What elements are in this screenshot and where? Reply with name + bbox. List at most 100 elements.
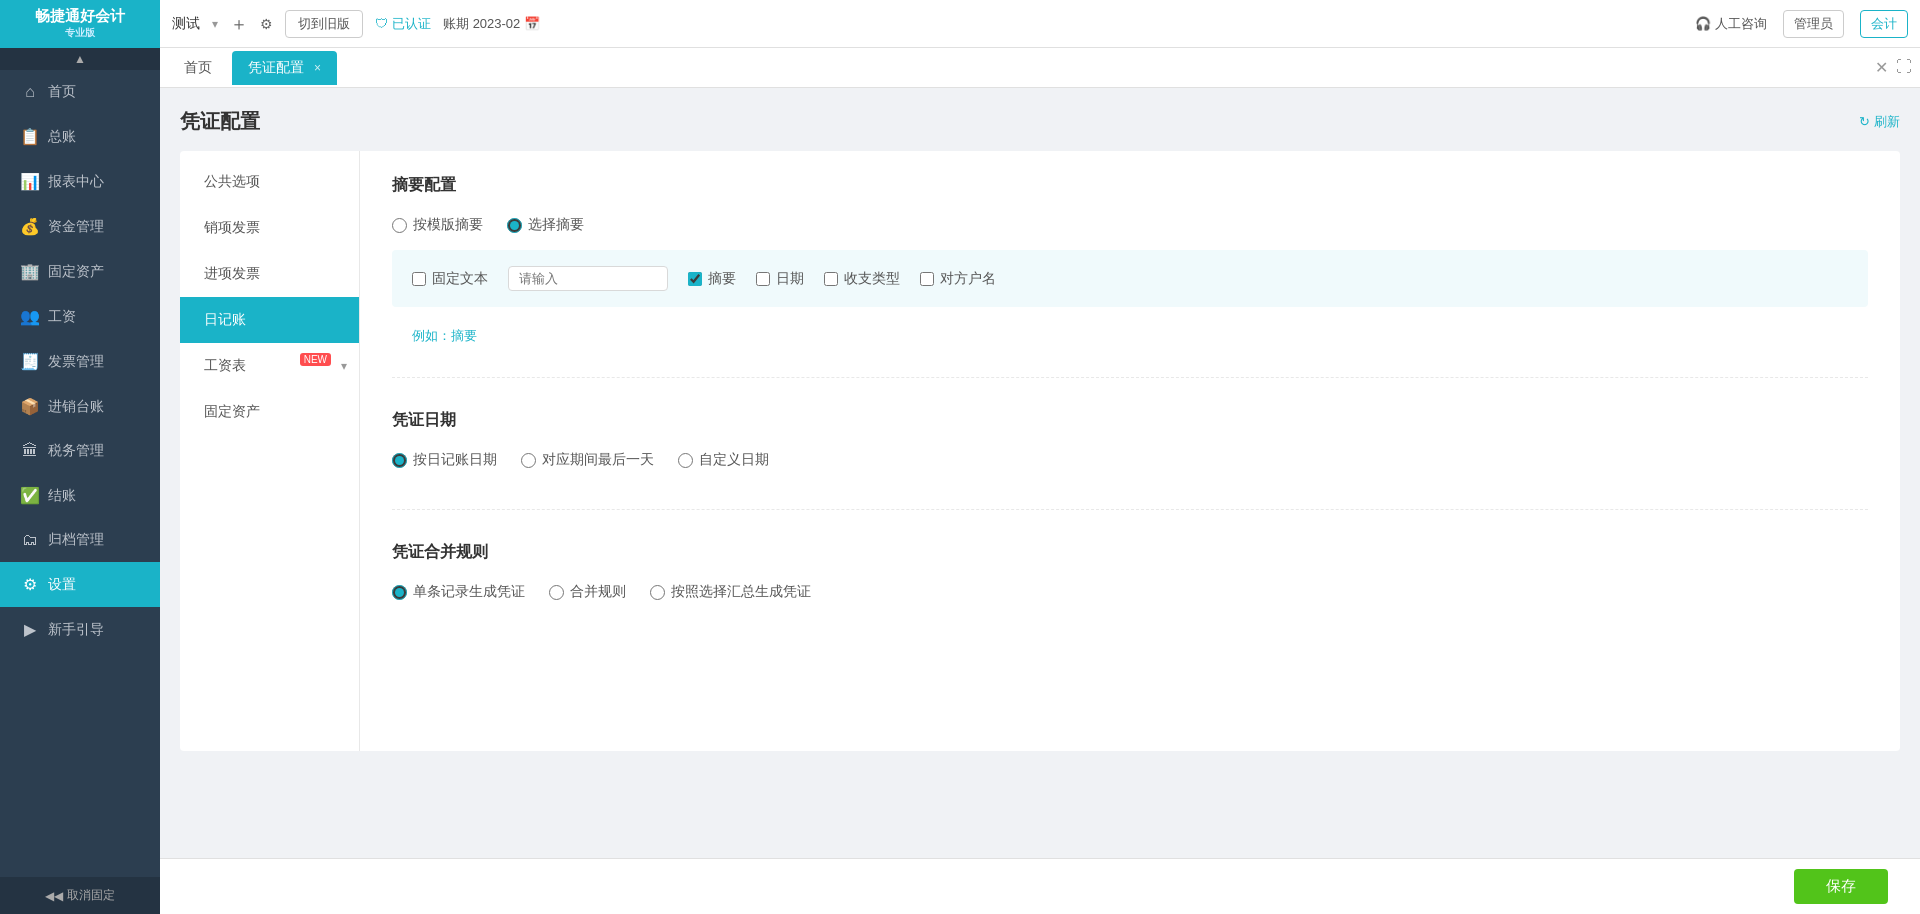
settings-icon: ⚙ <box>20 575 40 594</box>
sidebar-item-settlement[interactable]: ✅结账 <box>0 473 160 518</box>
checkbox-income-type[interactable]: 收支类型 <box>824 270 900 288</box>
invoice-icon: 🧾 <box>20 352 40 371</box>
funds-icon: 💰 <box>20 217 40 236</box>
logo-sub: 专业版 <box>65 26 95 40</box>
sidebar-item-label: 税务管理 <box>48 442 104 460</box>
config-content: 摘要配置 按模版摘要 选择摘要 <box>360 151 1900 751</box>
home-icon: ⌂ <box>20 83 40 101</box>
left-nav-item-sales_invoice[interactable]: 销项发票 <box>180 205 359 251</box>
sidebar-item-guide[interactable]: ▶ 新手引导 <box>0 607 160 652</box>
admin-button[interactable]: 管理员 <box>1783 10 1844 38</box>
left-nav-label: 工资表 <box>204 357 246 373</box>
page-footer: 保存 <box>160 858 1920 914</box>
sidebar-item-assets[interactable]: 🏢 固定资产 <box>0 249 160 294</box>
period-label: 账期 2023-02 📅 <box>443 15 540 33</box>
sidebar-item-ledger[interactable]: 📋总账 <box>0 114 160 159</box>
sidebar-item-settings[interactable]: ⚙ 设置 <box>0 562 160 607</box>
shield-icon: 🛡 <box>375 16 388 31</box>
sidebar-item-archive[interactable]: 🗂 归档管理 <box>0 518 160 562</box>
settings-icon[interactable]: ⚙ <box>260 16 273 32</box>
consult-button[interactable]: 🎧 人工咨询 <box>1695 15 1767 33</box>
merge-rules-title: 凭证合并规则 <box>392 542 1868 563</box>
radio-custom-date[interactable]: 自定义日期 <box>678 451 769 469</box>
tab-close-icon[interactable]: × <box>314 61 321 75</box>
accountant-button[interactable]: 会计 <box>1860 10 1908 38</box>
left-nav-item-fixed_assets_nav[interactable]: 固定资产 <box>180 389 359 435</box>
summary-checkbox-row: 固定文本 摘要 日期 <box>392 250 1868 307</box>
tax-icon: 🏛 <box>20 442 40 460</box>
tab-home[interactable]: 首页 <box>168 51 228 85</box>
sidebar-item-label: 报表中心 <box>48 173 104 191</box>
sidebar-item-payroll[interactable]: 👥工资 <box>0 294 160 339</box>
reports-icon: 📊 <box>20 172 40 191</box>
config-layout: 公共选项销项发票进项发票日记账工资表NEW▾固定资产 摘要配置 按模版摘要 <box>180 151 1900 751</box>
logo: 畅捷通好会计 专业版 <box>0 0 160 48</box>
assets-icon: 🏢 <box>20 262 40 281</box>
sidebar-scroll-up[interactable]: ▲ <box>0 48 160 70</box>
radio-single-record[interactable]: 单条记录生成凭证 <box>392 583 525 601</box>
sidebar-item-tax[interactable]: 🏛 税务管理 <box>0 429 160 473</box>
sidebar-item-reports[interactable]: 📊 报表中心 <box>0 159 160 204</box>
left-nav-label: 销项发票 <box>204 219 260 235</box>
left-nav-label: 公共选项 <box>204 173 260 189</box>
chevron-icon: ▾ <box>341 359 347 373</box>
save-button[interactable]: 保存 <box>1794 869 1888 904</box>
sidebar-item-label: 归档管理 <box>48 531 104 549</box>
fixed-text-input[interactable] <box>508 266 668 291</box>
left-nav: 公共选项销项发票进项发票日记账工资表NEW▾固定资产 <box>180 151 360 751</box>
refresh-icon: ↻ <box>1859 114 1870 129</box>
cancel-pin-label: 取消固定 <box>67 887 115 904</box>
content-area: 首页 凭证配置 × ✕ ⛶ 凭证配置 ↻ 刷新 <box>160 48 1920 914</box>
left-nav-item-journal[interactable]: 日记账 <box>180 297 359 343</box>
add-button[interactable]: ＋ <box>230 12 248 36</box>
payroll-icon: 👥 <box>20 307 40 326</box>
radio-select-summary[interactable]: 选择摘要 <box>507 216 584 234</box>
sidebar-item-funds[interactable]: 💰资金管理 <box>0 204 160 249</box>
sidebar-item-home[interactable]: ⌂首页 <box>0 70 160 114</box>
sidebar-item-label: 结账 <box>48 487 76 505</box>
sidebar-item-label: 设置 <box>48 576 76 594</box>
main-layout: ▲ ⌂首页📋总账📊报表中心💰资金管理🏢固定资产👥工资🧾发票管理📦进销台账🏛税务管… <box>0 48 1920 914</box>
cancel-pin-button[interactable]: ◀◀ 取消固定 <box>0 877 160 914</box>
checkbox-fixed-text[interactable]: 固定文本 <box>412 270 488 288</box>
radio-last-period-day[interactable]: 对应期间最后一天 <box>521 451 654 469</box>
pin-icon: ◀◀ <box>45 889 63 903</box>
merge-rules-section: 凭证合并规则 单条记录生成凭证 合并规则 <box>392 542 1868 641</box>
summary-title: 摘要配置 <box>392 175 1868 196</box>
checkbox-date[interactable]: 日期 <box>756 270 804 288</box>
checkbox-summary[interactable]: 摘要 <box>688 270 736 288</box>
left-nav-item-payroll_table[interactable]: 工资表NEW▾ <box>180 343 359 389</box>
topbar: 畅捷通好会计 专业版 测试 ▾ ＋ ⚙ 切到旧版 🛡 已认证 账期 2023-0… <box>0 0 1920 48</box>
close-all-icon[interactable]: ✕ <box>1875 58 1888 77</box>
radio-by-journal-date[interactable]: 按日记账日期 <box>392 451 497 469</box>
left-nav-label: 日记账 <box>204 311 246 327</box>
topbar-right: 🎧 人工咨询 管理员 会计 <box>1695 10 1908 38</box>
sidebar-item-label: 新手引导 <box>48 621 104 639</box>
left-nav-label: 进项发票 <box>204 265 260 281</box>
radio-merge-rule[interactable]: 合并规则 <box>549 583 626 601</box>
company-name: 测试 <box>172 15 200 33</box>
tab-voucher-config[interactable]: 凭证配置 × <box>232 51 337 85</box>
switch-old-button[interactable]: 切到旧版 <box>285 10 363 38</box>
radio-by-selection[interactable]: 按照选择汇总生成凭证 <box>650 583 811 601</box>
left-nav-item-purchase_invoice[interactable]: 进项发票 <box>180 251 359 297</box>
example-text: 例如：摘要 <box>392 319 1868 353</box>
logo-text: 畅捷通好会计 <box>35 7 125 26</box>
company-dropdown-icon[interactable]: ▾ <box>212 17 218 31</box>
headset-icon: 🎧 <box>1695 16 1711 31</box>
sidebar-item-purchase[interactable]: 📦进销台账 <box>0 384 160 429</box>
expand-icon[interactable]: ⛶ <box>1896 58 1912 77</box>
summary-radio-group: 按模版摘要 选择摘要 <box>392 216 1868 234</box>
sidebar-item-label: 总账 <box>48 128 76 146</box>
guide-icon: ▶ <box>20 620 40 639</box>
refresh-button[interactable]: ↻ 刷新 <box>1859 113 1900 131</box>
archive-icon: 🗂 <box>20 531 40 549</box>
voucher-date-section: 凭证日期 按日记账日期 对应期间最后一天 <box>392 410 1868 510</box>
left-nav-item-public[interactable]: 公共选项 <box>180 159 359 205</box>
tabs-bar: 首页 凭证配置 × ✕ ⛶ <box>160 48 1920 88</box>
radio-template-summary[interactable]: 按模版摘要 <box>392 216 483 234</box>
sidebar-item-label: 固定资产 <box>48 263 104 281</box>
checkbox-counterpart[interactable]: 对方户名 <box>920 270 996 288</box>
sidebar-item-invoice[interactable]: 🧾发票管理 <box>0 339 160 384</box>
purchase-icon: 📦 <box>20 397 40 416</box>
